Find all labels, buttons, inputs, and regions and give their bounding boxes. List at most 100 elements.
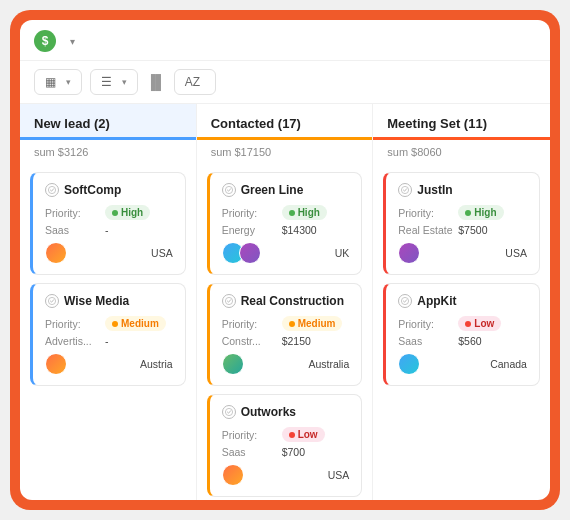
country-value: USA <box>151 247 173 259</box>
avatar <box>45 353 67 375</box>
priority-value: Low <box>474 318 494 329</box>
priority-label: Priority: <box>222 207 282 219</box>
app-logo-icon: $ <box>34 30 56 52</box>
country-value: Australia <box>308 358 349 370</box>
card-footer: Austria <box>45 353 173 375</box>
industry-row: Constr... $2150 <box>222 335 350 347</box>
table-row[interactable]: SoftComp Priority: High Saas - USA <box>30 172 186 275</box>
check-icon <box>398 183 412 197</box>
col-title-contacted: Contacted (17) <box>211 116 359 131</box>
priority-row: Priority: Medium <box>45 316 173 331</box>
deal-value: - <box>105 335 109 347</box>
avatar-group <box>398 353 420 375</box>
priority-row: Priority: Medium <box>222 316 350 331</box>
card-name: SoftComp <box>45 183 173 197</box>
industry-label: Advertis... <box>45 335 105 347</box>
priority-label: Priority: <box>398 207 458 219</box>
column-order-button[interactable]: ☰ ▾ <box>90 69 138 95</box>
table-row[interactable]: Real Construction Priority: Medium Const… <box>207 283 363 386</box>
cards-area-new-lead: SoftComp Priority: High Saas - USA Wise … <box>20 166 196 500</box>
col-chevron-icon: ▾ <box>122 77 127 87</box>
priority-label: Priority: <box>45 207 105 219</box>
sort-az-icon: AZ <box>185 75 200 89</box>
industry-label: Constr... <box>222 335 282 347</box>
priority-dot <box>112 321 118 327</box>
avatar-group <box>222 242 261 264</box>
avatar-group <box>222 353 244 375</box>
company-name: Real Construction <box>241 294 344 308</box>
col-sum-meeting-set: sum $8060 <box>373 146 550 166</box>
column-new-lead: New lead (2) sum $3126 SoftComp Priority:… <box>20 104 197 500</box>
table-row[interactable]: Wise Media Priority: Medium Advertis... … <box>30 283 186 386</box>
app-container: $ ▾ ▦ ▾ ☰ ▾ ▐▌ AZ New lead <box>20 20 550 500</box>
avatar <box>222 464 244 486</box>
view-mode-button[interactable]: ▦ ▾ <box>34 69 82 95</box>
outer-frame: $ ▾ ▦ ▾ ☰ ▾ ▐▌ AZ New lead <box>10 10 560 510</box>
priority-row: Priority: Low <box>222 427 350 442</box>
card-footer: USA <box>222 464 350 486</box>
priority-label: Priority: <box>398 318 458 330</box>
priority-badge: High <box>105 205 150 220</box>
card-name: Green Line <box>222 183 350 197</box>
card-name: JustIn <box>398 183 527 197</box>
check-icon <box>45 294 59 308</box>
company-name: JustIn <box>417 183 452 197</box>
industry-row: Saas $700 <box>222 446 350 458</box>
industry-label: Saas <box>45 224 105 236</box>
priority-badge: Low <box>282 427 325 442</box>
industry-label: Saas <box>398 335 458 347</box>
industry-row: Real Estate $7500 <box>398 224 527 236</box>
deal-value: $2150 <box>282 335 311 347</box>
avatar-group <box>398 242 420 264</box>
card-footer: Australia <box>222 353 350 375</box>
col-header-meeting-set: Meeting Set (11) <box>373 104 550 140</box>
cards-area-contacted: Green Line Priority: High Energy $14300 … <box>197 166 373 500</box>
sort-button[interactable]: AZ <box>174 69 216 95</box>
check-icon <box>398 294 412 308</box>
industry-label: Energy <box>222 224 282 236</box>
cards-area-meeting-set: JustIn Priority: High Real Estate $7500 … <box>373 166 550 500</box>
col-title-meeting-set: Meeting Set (11) <box>387 116 536 131</box>
table-row[interactable]: Green Line Priority: High Energy $14300 … <box>207 172 363 275</box>
table-row[interactable]: JustIn Priority: High Real Estate $7500 … <box>383 172 540 275</box>
priority-dot <box>289 321 295 327</box>
col-sum-contacted: sum $17150 <box>197 146 373 166</box>
bar-chart-icon: ▐▌ <box>146 74 166 90</box>
card-footer: Canada <box>398 353 527 375</box>
title-chevron-icon[interactable]: ▾ <box>70 36 75 47</box>
priority-dot <box>289 432 295 438</box>
deal-value: $7500 <box>458 224 487 236</box>
industry-row: Saas - <box>45 224 173 236</box>
country-value: Austria <box>140 358 173 370</box>
country-value: USA <box>328 469 350 481</box>
industry-label: Real Estate <box>398 224 458 236</box>
company-name: AppKit <box>417 294 456 308</box>
priority-row: Priority: High <box>398 205 527 220</box>
priority-badge: Medium <box>105 316 166 331</box>
view-chevron-icon: ▾ <box>66 77 71 87</box>
avatar <box>398 242 420 264</box>
industry-row: Energy $14300 <box>222 224 350 236</box>
card-name: Real Construction <box>222 294 350 308</box>
avatar-group <box>45 242 67 264</box>
priority-value: High <box>298 207 320 218</box>
avatar <box>45 242 67 264</box>
industry-row: Advertis... - <box>45 335 173 347</box>
company-name: Outworks <box>241 405 296 419</box>
table-row[interactable]: AppKit Priority: Low Saas $560 Canada <box>383 283 540 386</box>
priority-badge: Low <box>458 316 501 331</box>
check-icon <box>222 405 236 419</box>
company-name: Wise Media <box>64 294 129 308</box>
country-value: Canada <box>490 358 527 370</box>
table-row[interactable]: Outworks Priority: Low Saas $700 USA <box>207 394 363 497</box>
industry-label: Saas <box>222 446 282 458</box>
company-name: Green Line <box>241 183 304 197</box>
col-header-contacted: Contacted (17) <box>197 104 373 140</box>
column-contacted: Contacted (17) sum $17150 Green Line Prio… <box>197 104 374 500</box>
priority-row: Priority: Low <box>398 316 527 331</box>
avatar-group <box>45 353 67 375</box>
col-sum-new-lead: sum $3126 <box>20 146 196 166</box>
avatar <box>222 353 244 375</box>
check-icon <box>222 294 236 308</box>
col-title-new-lead: New lead (2) <box>34 116 182 131</box>
